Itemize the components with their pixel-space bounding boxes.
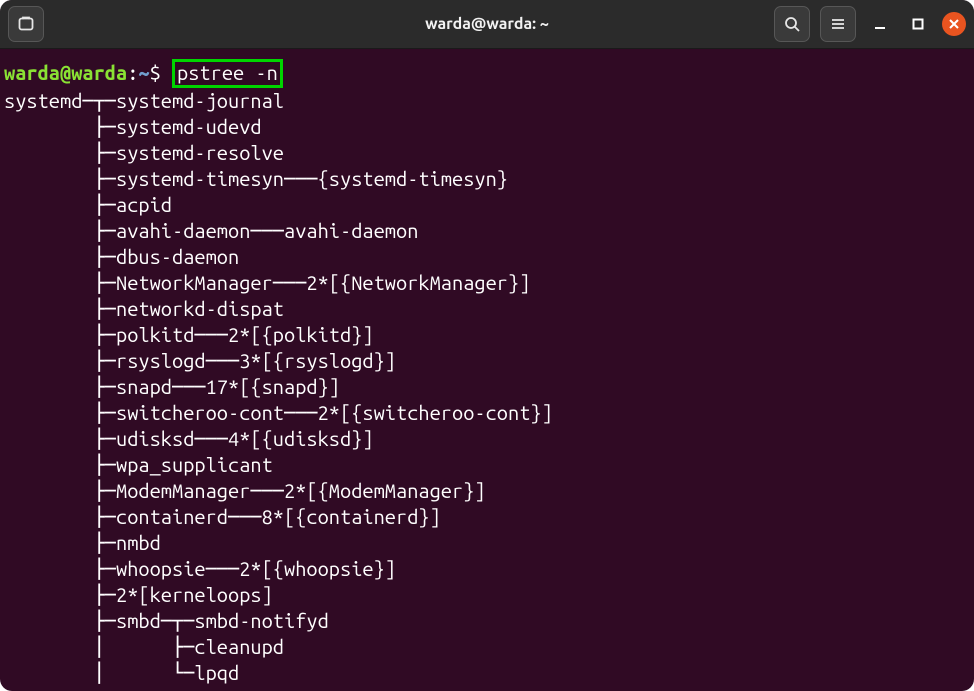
- command-highlight: pstree -n: [172, 59, 283, 88]
- maximize-button[interactable]: [904, 10, 932, 38]
- search-icon: [783, 15, 801, 33]
- new-tab-button[interactable]: [8, 6, 44, 42]
- search-button[interactable]: [774, 6, 810, 42]
- close-icon: [948, 18, 960, 30]
- prompt-dollar: $: [150, 61, 161, 84]
- command-text: pstree -n: [177, 61, 278, 84]
- process-tree: systemd─┬─systemd-journal ├─systemd-udev…: [4, 89, 553, 684]
- menu-button[interactable]: [820, 6, 856, 42]
- prompt-user: warda: [4, 61, 60, 84]
- prompt-path: ~: [138, 61, 149, 84]
- terminal-window: warda@warda: ~: [0, 0, 974, 691]
- hamburger-icon: [829, 15, 847, 33]
- titlebar: warda@warda: ~: [0, 0, 974, 49]
- minimize-icon: [873, 17, 887, 31]
- prompt-colon: :: [127, 61, 138, 84]
- prompt-at: @: [60, 61, 71, 84]
- prompt-host: warda: [71, 61, 127, 84]
- maximize-icon: [911, 17, 925, 31]
- new-tab-icon: [17, 15, 35, 33]
- terminal-output[interactable]: warda@warda:~$ pstree -n systemd─┬─syste…: [0, 49, 974, 691]
- minimize-button[interactable]: [866, 10, 894, 38]
- window-title: warda@warda: ~: [425, 15, 549, 33]
- close-button[interactable]: [942, 12, 966, 36]
